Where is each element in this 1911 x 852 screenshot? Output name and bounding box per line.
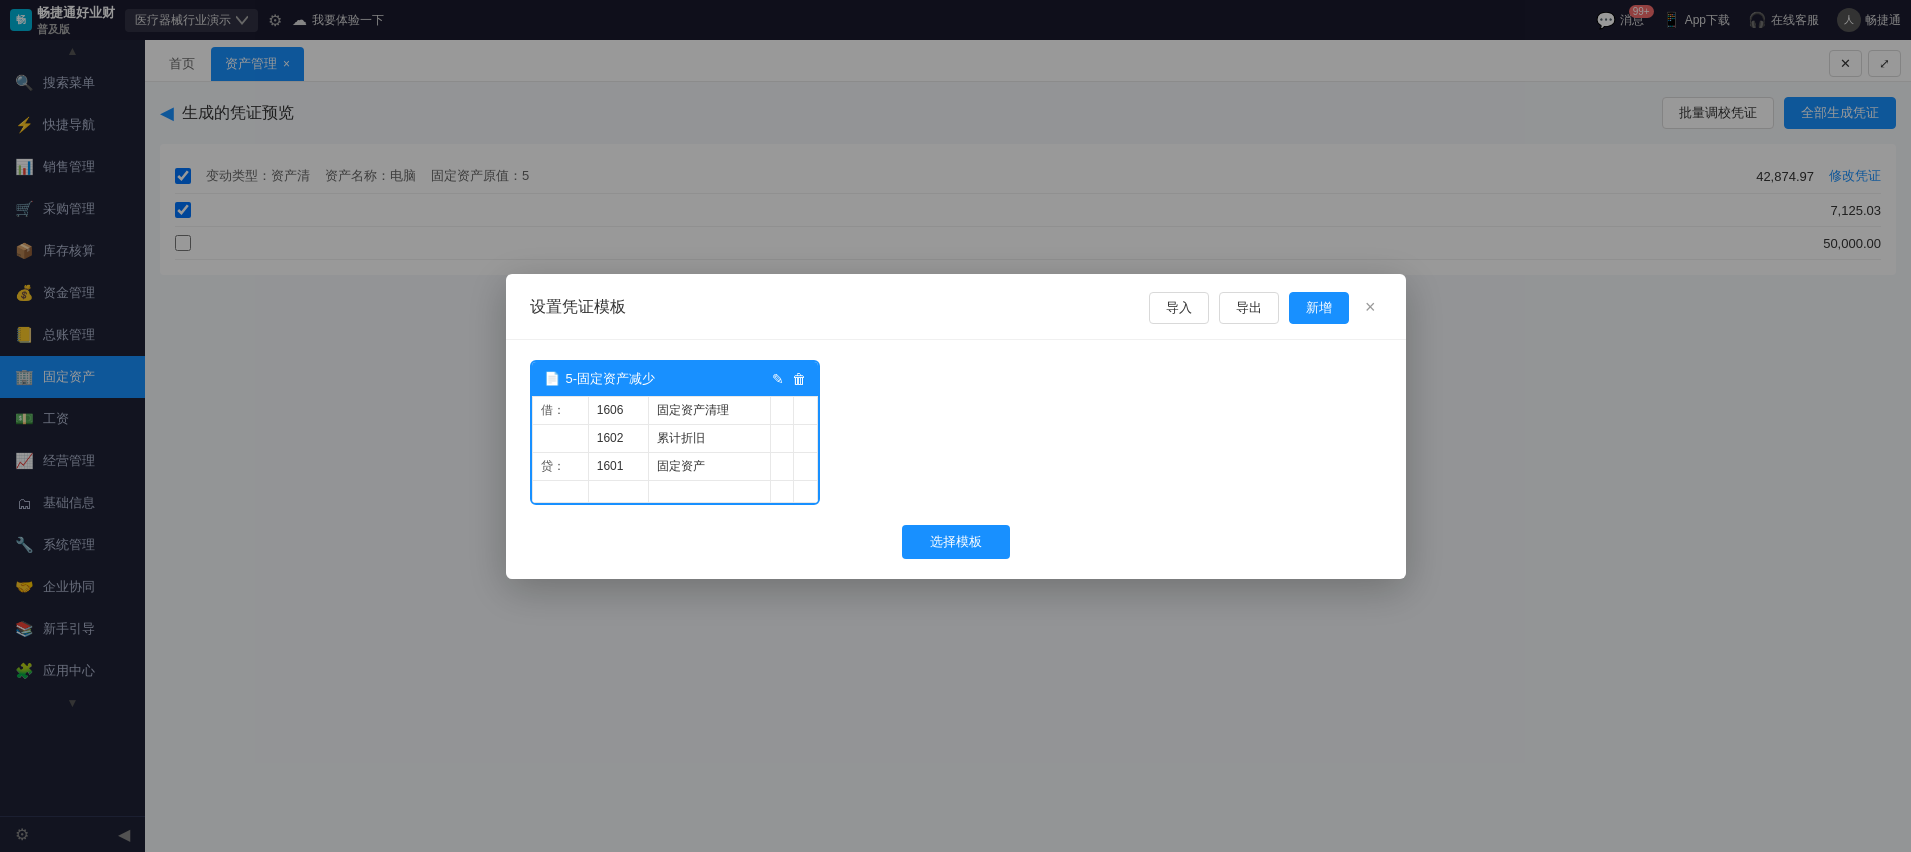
template-delete-icon[interactable]: 🗑 [792, 371, 806, 387]
template-card-actions: ✎ 🗑 [772, 371, 806, 387]
credit-amount-1 [794, 396, 817, 424]
credit-label: 贷： [532, 452, 588, 480]
modal-header-actions: 导入 导出 新增 × [1149, 292, 1382, 324]
modal-header: 设置凭证模板 导入 导出 新增 × [506, 274, 1406, 340]
template-row-4 [532, 480, 817, 502]
set-voucher-template-modal: 设置凭证模板 导入 导出 新增 × 📄 5-固定资产减少 ✎ 🗑 [506, 274, 1406, 579]
credit-amount-2 [794, 424, 817, 452]
account-name-3: 固定资产 [648, 452, 770, 480]
template-name: 5-固定资产减少 [566, 370, 656, 388]
modal-title: 设置凭证模板 [530, 297, 626, 318]
account-code-2: 1602 [588, 424, 648, 452]
account-code-3: 1601 [588, 452, 648, 480]
account-code-1: 1606 [588, 396, 648, 424]
import-btn[interactable]: 导入 [1149, 292, 1209, 324]
template-row-2: 1602 累计折旧 [532, 424, 817, 452]
template-file-icon: 📄 [544, 371, 560, 386]
debit-amount-3 [770, 452, 793, 480]
side-label-2 [532, 424, 588, 452]
account-name-1: 固定资产清理 [648, 396, 770, 424]
modal-overlay: 设置凭证模板 导入 导出 新增 × 📄 5-固定资产减少 ✎ 🗑 [0, 0, 1911, 852]
template-card-header: 📄 5-固定资产减少 ✎ 🗑 [532, 362, 818, 396]
template-row-3: 贷： 1601 固定资产 [532, 452, 817, 480]
debit-label: 借： [532, 396, 588, 424]
select-template-btn[interactable]: 选择模板 [902, 525, 1010, 559]
select-template-area: 选择模板 [530, 525, 1382, 559]
debit-amount-2 [770, 424, 793, 452]
template-card-title: 📄 5-固定资产减少 [544, 370, 656, 388]
new-template-btn[interactable]: 新增 [1289, 292, 1349, 324]
template-row-1: 借： 1606 固定资产清理 [532, 396, 817, 424]
template-edit-icon[interactable]: ✎ [772, 371, 784, 387]
modal-body: 📄 5-固定资产减少 ✎ 🗑 借： 1606 固 [506, 340, 1406, 579]
credit-amount-3 [794, 452, 817, 480]
debit-amount-1 [770, 396, 793, 424]
export-btn[interactable]: 导出 [1219, 292, 1279, 324]
template-card: 📄 5-固定资产减少 ✎ 🗑 借： 1606 固 [530, 360, 820, 505]
modal-close-btn[interactable]: × [1359, 295, 1382, 320]
template-entries-table: 借： 1606 固定资产清理 1602 累计折旧 [532, 396, 818, 503]
account-name-2: 累计折旧 [648, 424, 770, 452]
template-card-body: 借： 1606 固定资产清理 1602 累计折旧 [532, 396, 818, 503]
